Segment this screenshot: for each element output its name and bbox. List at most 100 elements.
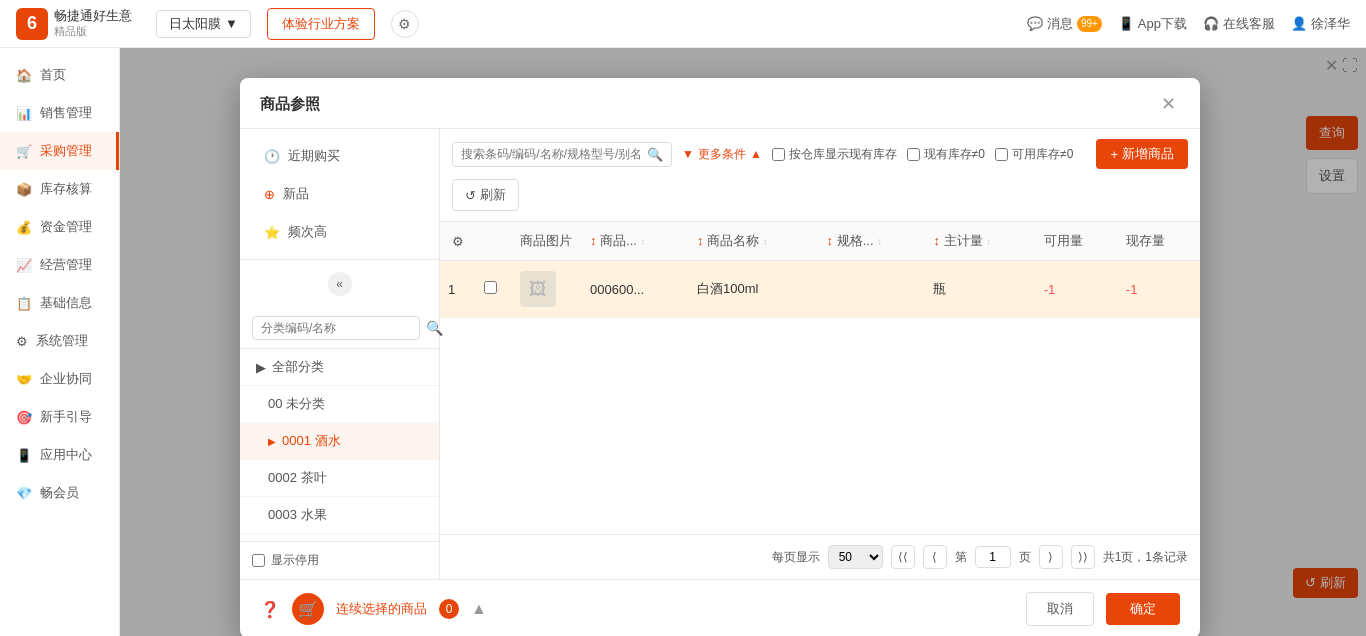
notification-btn[interactable]: 💬 消息 99+: [1027, 15, 1102, 33]
confirm-btn[interactable]: 确定: [1106, 593, 1180, 625]
sidebar-item-enterprise[interactable]: 🤝 企业协同: [0, 360, 119, 398]
arrow-icon: ▶: [256, 360, 266, 375]
collapse-btn[interactable]: «: [328, 272, 352, 296]
show-disabled-label[interactable]: 显示停用: [271, 552, 319, 569]
sidebar-item-member[interactable]: 💎 畅会员: [0, 474, 119, 512]
th-code[interactable]: ↕ 商品...: [582, 222, 689, 261]
sidebar-item-home[interactable]: 🏠 首页: [0, 56, 119, 94]
td-unit: 瓶: [925, 261, 1035, 318]
star-icon: ⭐: [264, 225, 280, 240]
category-search-input[interactable]: [252, 316, 420, 340]
sidebar-item-basic-info[interactable]: 📋 基础信息: [0, 284, 119, 322]
chevron-down-icon: ▼: [225, 16, 238, 31]
modal-close-btn[interactable]: ✕: [1156, 92, 1180, 116]
th-unit[interactable]: ↕ 主计量: [925, 222, 1035, 261]
check-available-label: 可用库存≠0: [1012, 146, 1073, 163]
sidebar-item-label: 企业协同: [40, 370, 92, 388]
help-icon[interactable]: ❓: [260, 600, 280, 619]
prev-page-btn[interactable]: ⟨: [923, 545, 947, 569]
sidebar-item-system[interactable]: ⚙ 系统管理: [0, 322, 119, 360]
category-label: 00 未分类: [268, 395, 325, 413]
sidebar-item-finance[interactable]: 💰 资金管理: [0, 208, 119, 246]
td-stock: -1: [1118, 261, 1200, 318]
row-checkbox[interactable]: [484, 281, 497, 294]
filter-arrow-icon: ▲: [750, 147, 762, 161]
sidebar-item-sales[interactable]: 📊 销售管理: [0, 94, 119, 132]
sidebar-item-purchase[interactable]: 🛒 采购管理: [0, 132, 119, 170]
cancel-btn[interactable]: 取消: [1026, 592, 1094, 626]
recent-purchase-item[interactable]: 🕐 近期购买: [252, 139, 427, 173]
category-label: 全部分类: [272, 358, 324, 376]
category-label: 0002 茶叶: [268, 469, 327, 487]
category-all[interactable]: ▶ 全部分类: [240, 349, 439, 386]
th-name[interactable]: ↕ 商品名称: [689, 222, 819, 261]
category-list: ▶ 全部分类 00 未分类 ▶ 0001 酒水 0002 茶: [240, 349, 439, 541]
left-menu: 🕐 近期购买 ⊕ 新品 ⭐ 频次高: [240, 129, 439, 260]
sidebar-item-label: 首页: [40, 66, 66, 84]
table-row[interactable]: 1 🖼 000600... 白酒100ml: [440, 261, 1200, 318]
category-0001[interactable]: ▶ 0001 酒水: [240, 423, 439, 460]
add-label: 新增商品: [1122, 145, 1174, 163]
collapse-cart-icon[interactable]: ▲: [471, 600, 487, 618]
td-check[interactable]: [476, 261, 512, 318]
pagination: 每页显示 50 10 20 100 ⟨⟨ ⟨ 第 页: [440, 534, 1200, 579]
page-number-input[interactable]: [975, 546, 1011, 568]
add-product-btn[interactable]: + 新增商品: [1096, 139, 1188, 169]
high-freq-item[interactable]: ⭐ 频次高: [252, 215, 427, 249]
next-page-btn[interactable]: ⟩: [1039, 545, 1063, 569]
refresh-label: 刷新: [480, 186, 506, 204]
td-name: 白酒100ml: [689, 261, 819, 318]
new-product-item[interactable]: ⊕ 新品: [252, 177, 427, 211]
brand-info: 畅捷通好生意 精品版: [54, 8, 132, 39]
plus-icon: +: [1110, 147, 1118, 162]
th-settings[interactable]: ⚙: [440, 222, 476, 261]
search-icon[interactable]: 🔍: [647, 147, 663, 162]
sidebar-item-inventory[interactable]: 📦 库存核算: [0, 170, 119, 208]
cart-btn[interactable]: 🛒: [292, 593, 324, 625]
user-avatar[interactable]: 👤 徐泽华: [1291, 15, 1350, 33]
trial-btn[interactable]: 体验行业方案: [267, 8, 375, 40]
top-nav: 6 畅捷通好生意 精品版 日太阳膜 ▼ 体验行业方案 ⚙ 💬 消息 99+ 📱 …: [0, 0, 1366, 48]
enterprise-icon: 🤝: [16, 372, 32, 387]
category-00[interactable]: 00 未分类: [240, 386, 439, 423]
category-search-row: 🔍: [240, 308, 439, 349]
sidebar-item-label: 经营管理: [40, 256, 92, 274]
phone-icon: 📱: [1118, 16, 1134, 31]
last-page-btn[interactable]: ⟩⟩: [1071, 545, 1095, 569]
th-spec[interactable]: ↕ 规格...: [819, 222, 926, 261]
check-available-nonzero[interactable]: 可用库存≠0: [995, 146, 1073, 163]
sidebar-item-label: 新手引导: [40, 408, 92, 426]
th-unit-label: 主计量: [944, 233, 983, 248]
show-disabled-checkbox[interactable]: [252, 554, 265, 567]
business-icon: 📈: [16, 258, 32, 273]
product-search-input[interactable]: [461, 147, 641, 161]
filter-btn[interactable]: ▼ 更多条件 ▲: [682, 146, 762, 163]
table-header-row: ⚙ 商品图片 ↕ 商品... ↕: [440, 222, 1200, 261]
notification-badge: 99+: [1077, 16, 1102, 32]
check-stock-nonzero[interactable]: 现有库存≠0: [907, 146, 985, 163]
category-0003[interactable]: 0003 水果: [240, 497, 439, 534]
cart-count-badge: 0: [439, 599, 459, 619]
sidebar-item-business[interactable]: 📈 经营管理: [0, 246, 119, 284]
modal-left-panel: 🕐 近期购买 ⊕ 新品 ⭐ 频次高: [240, 129, 440, 579]
finance-icon: 💰: [16, 220, 32, 235]
logo-area: 6 畅捷通好生意 精品版: [16, 8, 132, 40]
logo-icon: 6: [16, 8, 48, 40]
refresh-btn[interactable]: ↺ 刷新: [452, 179, 519, 211]
online-support-btn[interactable]: 🎧 在线客服: [1203, 15, 1275, 33]
filter-icon: ▼: [682, 147, 694, 161]
th-check: [476, 222, 512, 261]
nav-selector[interactable]: 日太阳膜 ▼: [156, 10, 251, 38]
app-download-btn[interactable]: 📱 App下载: [1118, 15, 1187, 33]
th-name-label: 商品名称: [707, 233, 759, 248]
guide-icon: 🎯: [16, 410, 32, 425]
category-0002[interactable]: 0002 茶叶: [240, 460, 439, 497]
page-size-select[interactable]: 50 10 20 100: [828, 545, 883, 569]
sidebar-item-guide[interactable]: 🎯 新手引导: [0, 398, 119, 436]
category-0004[interactable]: 0004 零食: [240, 534, 439, 541]
check-by-warehouse[interactable]: 按仓库显示现有库存: [772, 146, 897, 163]
settings-icon[interactable]: ⚙: [391, 10, 419, 38]
first-page-btn[interactable]: ⟨⟨: [891, 545, 915, 569]
sidebar-item-apps[interactable]: 📱 应用中心: [0, 436, 119, 474]
continuous-label: 连续选择的商品: [336, 600, 427, 618]
